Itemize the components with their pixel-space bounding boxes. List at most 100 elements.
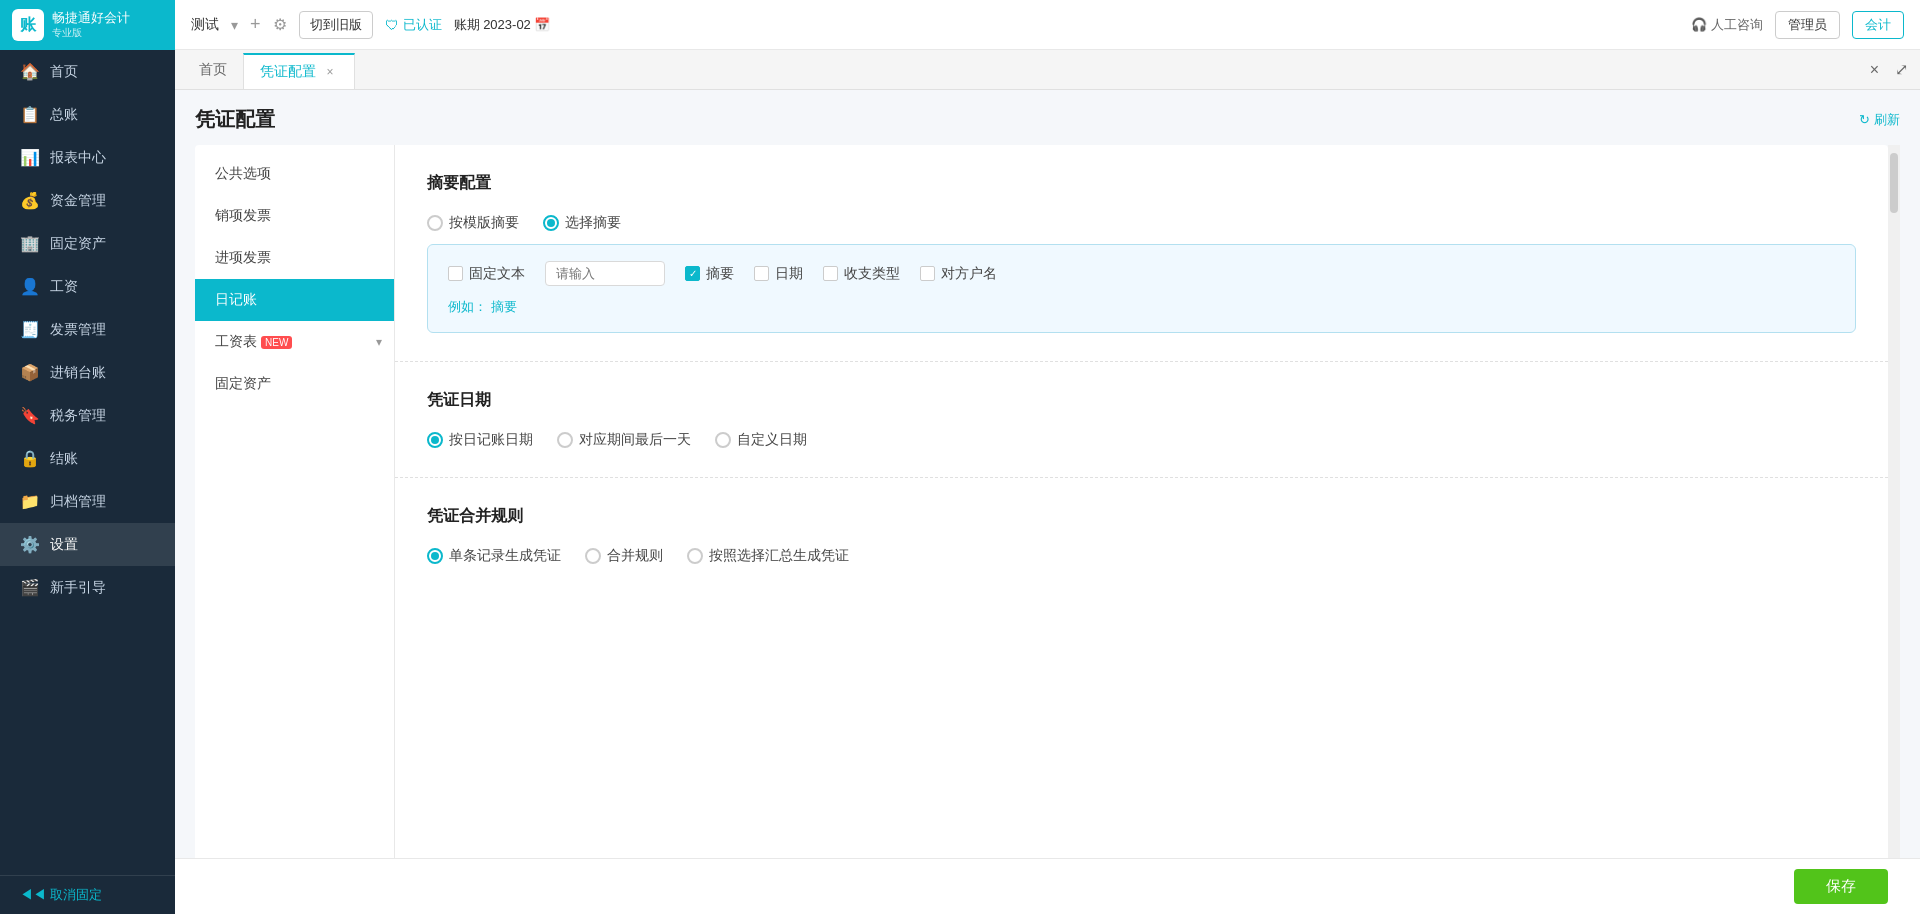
date-title: 凭证日期 — [427, 390, 1856, 411]
company-name: 测试 — [191, 16, 219, 34]
select-summary-radio[interactable]: 选择摘要 — [543, 214, 621, 232]
sidebar: 账 畅捷通好会计 专业版 🏠首页📋总账📊报表中心💰资金管理🏢固定资产👤工资🧾发票… — [0, 0, 175, 914]
user-button[interactable]: 管理员 — [1775, 11, 1840, 39]
sidebar-item-cash[interactable]: 💰资金管理 — [0, 179, 175, 222]
last-day-radio[interactable]: 对应期间最后一天 — [557, 431, 691, 449]
summary-options-row: 固定文本 ✓ 摘要 日期 — [448, 261, 1835, 286]
save-button[interactable]: 保存 — [1794, 869, 1888, 904]
config-content-wrapper: 摘要配置 按模版摘要 选择摘要 — [395, 145, 1900, 914]
sidebar-item-assets[interactable]: 🏢固定资产 — [0, 222, 175, 265]
sidebar-item-close[interactable]: 🔒结账 — [0, 437, 175, 480]
company-dropdown-icon[interactable]: ▾ — [231, 17, 238, 33]
template-summary-radio[interactable]: 按模版摘要 — [427, 214, 519, 232]
close-icon: 🔒 — [20, 449, 40, 468]
sidebar-item-reports[interactable]: 📊报表中心 — [0, 136, 175, 179]
sidebar-item-settings[interactable]: ⚙️设置 — [0, 523, 175, 566]
summary-title: 摘要配置 — [427, 173, 1856, 194]
custom-date-circle — [715, 432, 731, 448]
scrollbar-thumb — [1890, 153, 1898, 213]
last-day-circle — [557, 432, 573, 448]
abstract-checkbox-box: ✓ — [685, 266, 700, 281]
main-area: 测试 ▾ + ⚙ 切到旧版 🛡 已认证 账期 2023-02 📅 🎧 人工咨询 … — [175, 0, 1920, 914]
sidebar-item-home[interactable]: 🏠首页 — [0, 50, 175, 93]
date-checkbox-box — [754, 266, 769, 281]
tabbar-actions: × ⤢ — [1866, 56, 1912, 83]
sidebar-item-sales[interactable]: 📦进销台账 — [0, 351, 175, 394]
sidebar-nav: 🏠首页📋总账📊报表中心💰资金管理🏢固定资产👤工资🧾发票管理📦进销台账🔖税务管理🔒… — [0, 50, 175, 875]
tax-icon: 🔖 — [20, 406, 40, 425]
sidebar-item-salary[interactable]: 👤工资 — [0, 265, 175, 308]
fixed-text-checkbox-box — [448, 266, 463, 281]
consult-button[interactable]: 🎧 人工咨询 — [1691, 16, 1763, 34]
menu-item-public[interactable]: 公共选项 — [195, 153, 394, 195]
journal-date-circle — [427, 432, 443, 448]
example-row: 例如： 摘要 — [448, 298, 1835, 316]
fixed-text-input[interactable] — [545, 261, 665, 286]
archive-icon: 📁 — [20, 492, 40, 511]
page-title: 凭证配置 — [195, 106, 275, 133]
tab-voucher-config[interactable]: 凭证配置 × — [243, 53, 355, 89]
settings-icon[interactable]: ⚙ — [273, 15, 287, 34]
abstract-checkbox[interactable]: ✓ 摘要 — [685, 265, 734, 283]
page-header: 凭证配置 ↻ 刷新 — [175, 90, 1920, 145]
accountant-button[interactable]: 会计 — [1852, 11, 1904, 39]
close-tab-button[interactable]: × — [1866, 57, 1883, 83]
counterparty-checkbox-box — [920, 266, 935, 281]
scrollbar[interactable] — [1888, 145, 1900, 914]
sales-icon: 📦 — [20, 363, 40, 382]
sidebar-logo: 账 畅捷通好会计 专业版 — [0, 0, 175, 50]
payment-type-checkbox-box — [823, 266, 838, 281]
custom-date-radio[interactable]: 自定义日期 — [715, 431, 807, 449]
merge-rules-radio[interactable]: 合并规则 — [585, 547, 663, 565]
journal-date-radio[interactable]: 按日记账日期 — [427, 431, 533, 449]
config-content: 摘要配置 按模版摘要 选择摘要 — [395, 145, 1888, 914]
bottom-bar: 保存 — [175, 858, 1920, 914]
merge-section: 凭证合并规则 单条记录生成凭证 合并规则 — [395, 478, 1888, 593]
sidebar-item-invoice[interactable]: 🧾发票管理 — [0, 308, 175, 351]
menu-item-payroll[interactable]: 工资表NEW▾ — [195, 321, 394, 363]
refresh-button[interactable]: ↻ 刷新 — [1859, 111, 1900, 129]
single-record-radio[interactable]: 单条记录生成凭证 — [427, 547, 561, 565]
payment-type-checkbox[interactable]: 收支类型 — [823, 265, 900, 283]
sidebar-item-archive[interactable]: 📁归档管理 — [0, 480, 175, 523]
add-button[interactable]: + — [250, 14, 261, 35]
headset-icon: 🎧 — [1691, 17, 1707, 32]
tab-home[interactable]: 首页 — [183, 53, 243, 87]
example-value: 摘要 — [491, 299, 517, 314]
single-record-circle — [427, 548, 443, 564]
logo-text: 畅捷通好会计 专业版 — [52, 10, 130, 41]
summary-options-box: 固定文本 ✓ 摘要 日期 — [427, 244, 1856, 333]
logo-icon: 账 — [12, 9, 44, 41]
menu-arrow-icon: ▾ — [376, 335, 382, 349]
template-summary-circle — [427, 215, 443, 231]
switch-old-version-button[interactable]: 切到旧版 — [299, 11, 373, 39]
menu-item-purchase-invoice[interactable]: 进项发票 — [195, 237, 394, 279]
menu-item-sales-invoice[interactable]: 销项发票 — [195, 195, 394, 237]
assets-icon: 🏢 — [20, 234, 40, 253]
sidebar-item-tax[interactable]: 🔖税务管理 — [0, 394, 175, 437]
date-checkbox[interactable]: 日期 — [754, 265, 803, 283]
refresh-icon: ↻ — [1859, 112, 1870, 127]
cancel-fixed-button[interactable]: ◀◀ 取消固定 — [0, 875, 175, 914]
shield-icon: 🛡 — [385, 17, 399, 33]
settings-icon: ⚙️ — [20, 535, 40, 554]
menu-item-journal[interactable]: 日记账 — [195, 279, 394, 321]
menu-item-fixed-assets[interactable]: 固定资产 — [195, 363, 394, 405]
tabbar: 首页 凭证配置 × × ⤢ — [175, 50, 1920, 90]
ledger-icon: 📋 — [20, 105, 40, 124]
sidebar-item-ledger[interactable]: 📋总账 — [0, 93, 175, 136]
date-radio-group: 按日记账日期 对应期间最后一天 自定义日期 — [427, 431, 1856, 449]
fullscreen-button[interactable]: ⤢ — [1891, 56, 1912, 83]
counterparty-checkbox[interactable]: 对方户名 — [920, 265, 997, 283]
summary-radio-group: 按模版摘要 选择摘要 — [427, 214, 1856, 232]
new-badge: NEW — [261, 336, 292, 349]
fixed-text-checkbox[interactable]: 固定文本 — [448, 265, 525, 283]
tab-close-icon[interactable]: × — [322, 64, 338, 80]
by-selection-radio[interactable]: 按照选择汇总生成凭证 — [687, 547, 849, 565]
select-summary-circle — [543, 215, 559, 231]
reports-icon: 📊 — [20, 148, 40, 167]
sidebar-item-guide[interactable]: 🎬新手引导 — [0, 566, 175, 609]
period-label: 账期 2023-02 📅 — [454, 16, 551, 34]
topbar: 测试 ▾ + ⚙ 切到旧版 🛡 已认证 账期 2023-02 📅 🎧 人工咨询 … — [175, 0, 1920, 50]
summary-section: 摘要配置 按模版摘要 选择摘要 — [395, 145, 1888, 362]
